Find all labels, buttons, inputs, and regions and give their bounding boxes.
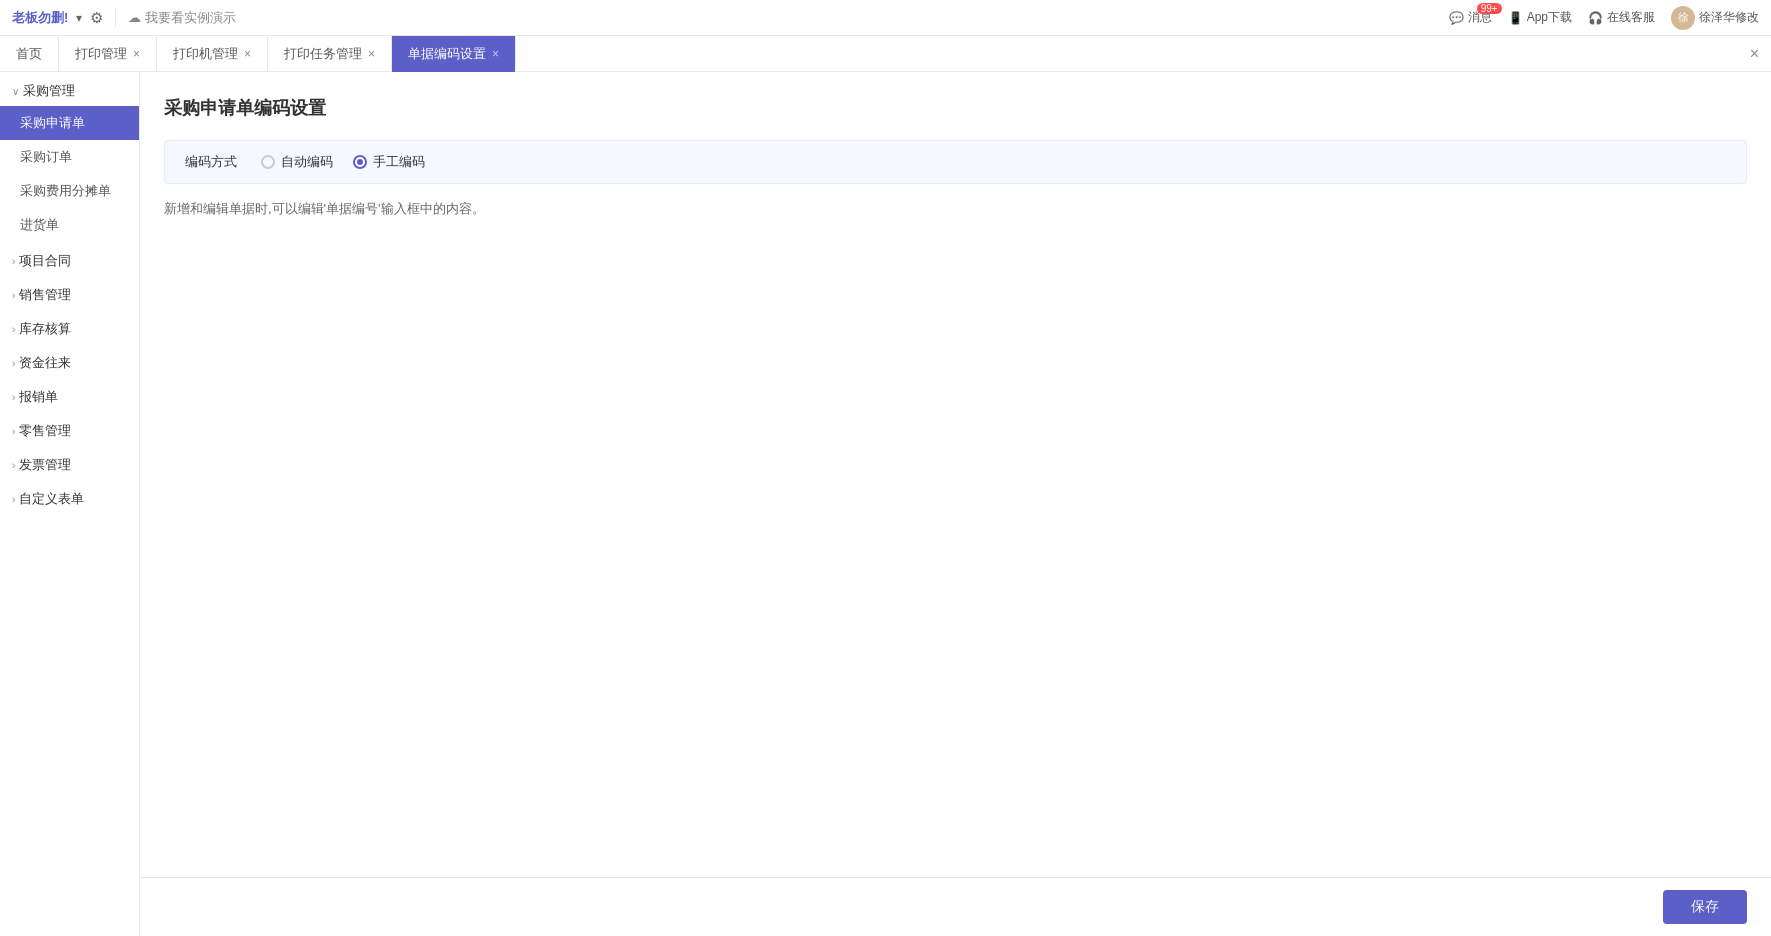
sidebar-group-header-custom[interactable]: › 自定义表单 (0, 480, 139, 514)
radio-manual[interactable]: 手工编码 (353, 153, 425, 171)
tab-label: 单据编码设置 (408, 45, 486, 63)
radio-auto-label: 自动编码 (281, 153, 333, 171)
tab-close-icon[interactable]: × (492, 47, 499, 61)
radio-circle-auto (261, 155, 275, 169)
chevron-right-icon: › (12, 256, 15, 267)
app-label: App下载 (1527, 9, 1572, 26)
content-area: 采购申请单编码设置 编码方式 自动编码 手工编码 新增和编辑单据时,可以编辑'单… (140, 72, 1771, 936)
description-text: 新增和编辑单据时,可以编辑'单据编号'输入框中的内容。 (164, 200, 1747, 218)
sidebar-group-sales: › 销售管理 (0, 276, 139, 310)
sidebar-group-header-invoice[interactable]: › 发票管理 (0, 446, 139, 480)
search-text: 我要看实例演示 (145, 9, 236, 27)
tab-close-icon[interactable]: × (368, 47, 375, 61)
chevron-down-icon: ∨ (12, 86, 19, 97)
group-label: 销售管理 (19, 286, 71, 304)
sidebar-group-header-sales[interactable]: › 销售管理 (0, 276, 139, 310)
chevron-right-icon: › (12, 494, 15, 505)
sidebar-group-header-finance[interactable]: › 资金往来 (0, 344, 139, 378)
tab-encoding-settings[interactable]: 单据编码设置 × (392, 36, 516, 72)
sidebar-item-purchase-expense[interactable]: 采购费用分摊单 (0, 174, 139, 208)
avatar: 徐 (1671, 6, 1695, 30)
app-download-action[interactable]: 📱 App下载 (1508, 9, 1572, 26)
tab-label: 打印机管理 (173, 45, 238, 63)
sidebar-item-purchase-request[interactable]: 采购申请单 (0, 106, 139, 140)
tab-print-task[interactable]: 打印任务管理 × (268, 36, 392, 72)
group-label: 项目合同 (19, 252, 71, 270)
group-label: 报销单 (19, 388, 58, 406)
app-icon: 📱 (1508, 11, 1523, 25)
radio-manual-label: 手工编码 (373, 153, 425, 171)
page-title: 采购申请单编码设置 (164, 96, 1747, 120)
sidebar-group-header-project[interactable]: › 项目合同 (0, 242, 139, 276)
top-bar: 老板勿删! ▾ ⚙ ☁ 我要看实例演示 💬 消息 99+ 📱 App下载 🎧 在… (0, 0, 1771, 36)
sidebar-group-header-purchase[interactable]: ∨ 采购管理 (0, 72, 139, 106)
settings-icon[interactable]: ⚙ (90, 9, 103, 27)
top-bar-right: 💬 消息 99+ 📱 App下载 🎧 在线客服 徐 徐泽华修改 (1449, 6, 1759, 30)
save-button[interactable]: 保存 (1663, 890, 1747, 924)
encoding-label: 编码方式 (185, 153, 237, 171)
sidebar-group-header-inventory[interactable]: › 库存核算 (0, 310, 139, 344)
radio-auto[interactable]: 自动编码 (261, 153, 333, 171)
radio-group-encoding: 自动编码 手工编码 (261, 153, 425, 171)
tab-printer-management[interactable]: 打印机管理 × (157, 36, 268, 72)
main-layout: ∨ 采购管理 采购申请单 采购订单 采购费用分摊单 进货单 › 项目合同 › 销… (0, 72, 1771, 936)
group-label: 资金往来 (19, 354, 71, 372)
dropdown-icon[interactable]: ▾ (76, 11, 82, 25)
group-label: 库存核算 (19, 320, 71, 338)
content-inner: 采购申请单编码设置 编码方式 自动编码 手工编码 新增和编辑单据时,可以编辑'单… (140, 72, 1771, 877)
search-bar[interactable]: ☁ 我要看实例演示 (128, 9, 236, 27)
tab-label: 打印管理 (75, 45, 127, 63)
chevron-right-icon: › (12, 290, 15, 301)
tab-print-management[interactable]: 打印管理 × (59, 36, 157, 72)
tab-label: 打印任务管理 (284, 45, 362, 63)
sidebar-group-project: › 项目合同 (0, 242, 139, 276)
group-label: 自定义表单 (19, 490, 84, 508)
sidebar-group-retail: › 零售管理 (0, 412, 139, 446)
user-menu[interactable]: 徐 徐泽华修改 (1671, 6, 1759, 30)
service-label: 在线客服 (1607, 9, 1655, 26)
top-bar-left: 老板勿删! ▾ ⚙ ☁ 我要看实例演示 (12, 9, 236, 27)
sidebar-group-finance: › 资金往来 (0, 344, 139, 378)
group-label: 发票管理 (19, 456, 71, 474)
chevron-right-icon: › (12, 460, 15, 471)
username: 徐泽华修改 (1699, 9, 1759, 26)
message-badge: 99+ (1477, 3, 1502, 14)
sidebar-group-inventory: › 库存核算 (0, 310, 139, 344)
chevron-right-icon: › (12, 358, 15, 369)
sidebar-item-purchase-order[interactable]: 采购订单 (0, 140, 139, 174)
online-service-action[interactable]: 🎧 在线客服 (1588, 9, 1655, 26)
logo: 老板勿删! (12, 9, 68, 27)
divider (115, 9, 116, 27)
message-icon: 💬 (1449, 11, 1464, 25)
sidebar-group-custom: › 自定义表单 (0, 480, 139, 514)
tab-home[interactable]: 首页 (0, 36, 59, 72)
service-icon: 🎧 (1588, 11, 1603, 25)
sidebar-group-header-retail[interactable]: › 零售管理 (0, 412, 139, 446)
tab-close-icon[interactable]: × (244, 47, 251, 61)
message-action[interactable]: 💬 消息 99+ (1449, 9, 1492, 26)
content-footer: 保存 (140, 877, 1771, 936)
encoding-section: 编码方式 自动编码 手工编码 (164, 140, 1747, 184)
close-all-button[interactable]: × (1738, 45, 1771, 63)
group-label: 零售管理 (19, 422, 71, 440)
chevron-right-icon: › (12, 392, 15, 403)
sidebar-group-invoice: › 发票管理 (0, 446, 139, 480)
group-label: 采购管理 (23, 82, 75, 100)
tabs-bar: 首页 打印管理 × 打印机管理 × 打印任务管理 × 单据编码设置 × × (0, 36, 1771, 72)
sidebar-group-purchase: ∨ 采购管理 采购申请单 采购订单 采购费用分摊单 进货单 (0, 72, 139, 242)
cloud-icon: ☁ (128, 10, 141, 25)
tab-close-icon[interactable]: × (133, 47, 140, 61)
chevron-right-icon: › (12, 324, 15, 335)
sidebar-item-inbound[interactable]: 进货单 (0, 208, 139, 242)
sidebar: ∨ 采购管理 采购申请单 采购订单 采购费用分摊单 进货单 › 项目合同 › 销… (0, 72, 140, 936)
sidebar-group-header-expense[interactable]: › 报销单 (0, 378, 139, 412)
radio-circle-manual (353, 155, 367, 169)
sidebar-group-expense: › 报销单 (0, 378, 139, 412)
chevron-right-icon: › (12, 426, 15, 437)
